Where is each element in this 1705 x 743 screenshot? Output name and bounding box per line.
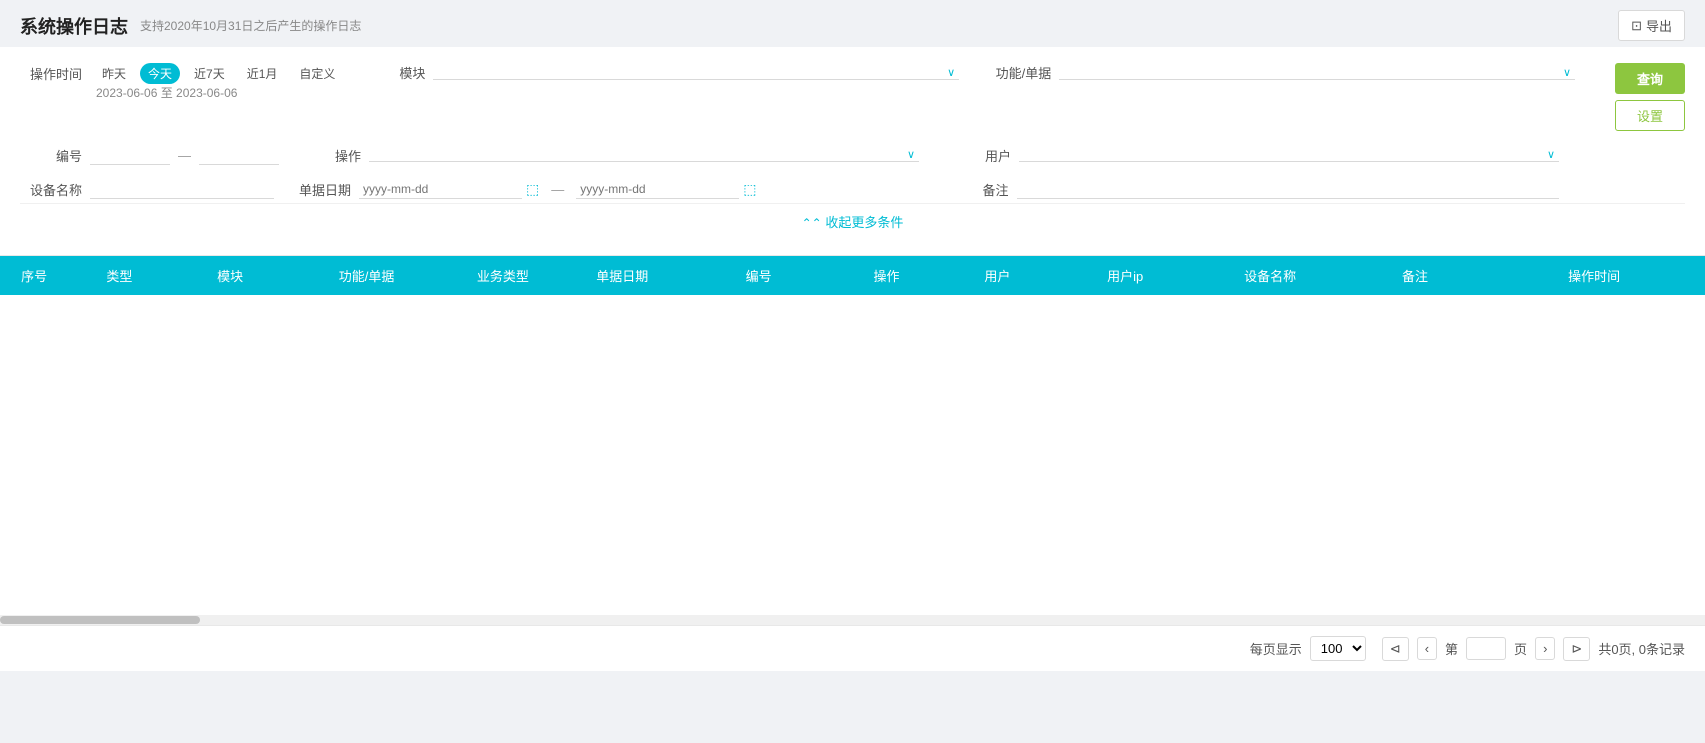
module-chevron-icon: ∨ <box>943 66 959 79</box>
time-btn-yesterday[interactable]: 昨天 <box>94 63 134 84</box>
last-page-button[interactable]: ⊳ <box>1563 637 1590 661</box>
user-select[interactable]: ∨ <box>1019 148 1559 162</box>
time-btn-7days[interactable]: 近7天 <box>186 63 233 84</box>
date-end-input[interactable] <box>576 180 739 199</box>
col-operation: 操作 <box>835 256 937 295</box>
time-btn-today[interactable]: 今天 <box>140 63 180 84</box>
data-table: 序号 类型 模块 功能/单据 业务类型 单据日期 编号 操作 用户 用户ip 设… <box>0 256 1705 295</box>
col-user: 用户 <box>938 256 1057 295</box>
func-label: 功能/单据 <box>979 63 1059 82</box>
user-chevron-icon: ∨ <box>1543 148 1559 161</box>
date-range-display: 2023-06-06 至 2023-06-06 <box>96 86 237 100</box>
table-header: 序号 类型 模块 功能/单据 业务类型 单据日期 编号 操作 用户 用户ip 设… <box>0 256 1705 295</box>
col-func: 功能/单据 <box>290 256 443 295</box>
collapse-label: 收起更多条件 <box>825 215 903 230</box>
query-button[interactable]: 查询 <box>1615 63 1685 94</box>
user-label: 用户 <box>939 146 1019 165</box>
first-page-button[interactable]: ⊲ <box>1382 637 1409 661</box>
collapse-bar[interactable]: ⌃⌃ 收起更多条件 <box>20 203 1685 239</box>
page-subtitle: 支持2020年10月31日之后产生的操作日志 <box>140 17 361 34</box>
code-dash: — <box>178 148 191 163</box>
time-btn-1month[interactable]: 近1月 <box>239 63 286 84</box>
time-btn-custom[interactable]: 自定义 <box>291 63 343 84</box>
settings-button[interactable]: 设置 <box>1615 100 1685 131</box>
time-label: 操作时间 <box>20 64 90 83</box>
col-type: 类型 <box>68 256 170 295</box>
module-select[interactable]: ∨ <box>433 66 959 80</box>
page-unit: 页 <box>1514 639 1527 658</box>
col-user-ip: 用户ip <box>1057 256 1193 295</box>
page-header: 系统操作日志 支持2020年10月31日之后产生的操作日志 ⊡ 导出 <box>0 0 1705 47</box>
module-label: 模块 <box>363 63 433 82</box>
filter-area: 操作时间 昨天 今天 近7天 近1月 自定义 2023-06-06 至 2023… <box>0 47 1705 256</box>
device-input[interactable] <box>90 179 274 199</box>
prev-page-button[interactable]: ‹ <box>1417 637 1437 660</box>
export-button[interactable]: ⊡ 导出 <box>1618 10 1685 41</box>
col-voucher-date: 单据日期 <box>563 256 682 295</box>
export-icon: ⊡ <box>1631 18 1642 34</box>
empty-area <box>0 295 1705 615</box>
remark-label: 备注 <box>937 180 1017 199</box>
operation-select[interactable]: ∨ <box>369 148 919 162</box>
code-input-start[interactable] <box>90 145 170 165</box>
table-header-row: 序号 类型 模块 功能/单据 业务类型 单据日期 编号 操作 用户 用户ip 设… <box>0 256 1705 295</box>
func-select-text <box>1059 70 1559 74</box>
remark-input[interactable] <box>1017 179 1560 199</box>
date-start-input[interactable] <box>359 180 522 199</box>
operation-select-text <box>369 153 903 157</box>
scrollbar-thumb[interactable] <box>0 616 200 624</box>
calendar-start-icon[interactable]: ⬚ <box>526 181 539 198</box>
col-module: 模块 <box>170 256 289 295</box>
time-options: 昨天 今天 近7天 近1月 自定义 <box>94 63 343 84</box>
voucher-date-label: 单据日期 <box>294 180 359 199</box>
collapse-icon: ⌃⌃ <box>802 216 822 230</box>
col-remark: 备注 <box>1347 256 1483 295</box>
scrollbar-area[interactable] <box>0 615 1705 625</box>
table-container: 序号 类型 模块 功能/单据 业务类型 单据日期 编号 操作 用户 用户ip 设… <box>0 256 1705 615</box>
voucher-date-dash: — <box>551 182 564 197</box>
page-input[interactable]: 1 <box>1466 637 1506 660</box>
voucher-date-group: ⬚ — ⬚ <box>359 180 917 199</box>
code-input-end[interactable] <box>199 145 279 165</box>
page-label: 第 <box>1445 639 1458 658</box>
page-size-label: 每页显示 <box>1250 639 1302 658</box>
next-page-button[interactable]: › <box>1535 637 1555 660</box>
device-label: 设备名称 <box>20 180 90 199</box>
pagination-bar: 每页显示 100 50 200 ⊲ ‹ 第 1 页 › ⊳ 共0页, 0条记录 <box>0 625 1705 671</box>
total-info: 共0页, 0条记录 <box>1598 639 1685 658</box>
col-op-time: 操作时间 <box>1483 256 1705 295</box>
func-select[interactable]: ∨ <box>1059 66 1575 80</box>
operation-chevron-icon: ∨ <box>903 148 919 161</box>
action-buttons: 查询 设置 <box>1615 63 1685 131</box>
operation-label: 操作 <box>299 146 369 165</box>
page-title: 系统操作日志 <box>20 13 128 39</box>
module-select-text <box>433 70 943 74</box>
page-size-select[interactable]: 100 50 200 <box>1310 636 1366 661</box>
col-code: 编号 <box>682 256 835 295</box>
calendar-end-icon[interactable]: ⬚ <box>743 181 756 198</box>
col-biz-type: 业务类型 <box>443 256 562 295</box>
func-chevron-icon: ∨ <box>1559 66 1575 79</box>
code-label: 编号 <box>20 146 90 165</box>
col-device: 设备名称 <box>1193 256 1346 295</box>
user-select-text <box>1019 153 1543 157</box>
col-seq: 序号 <box>0 256 68 295</box>
